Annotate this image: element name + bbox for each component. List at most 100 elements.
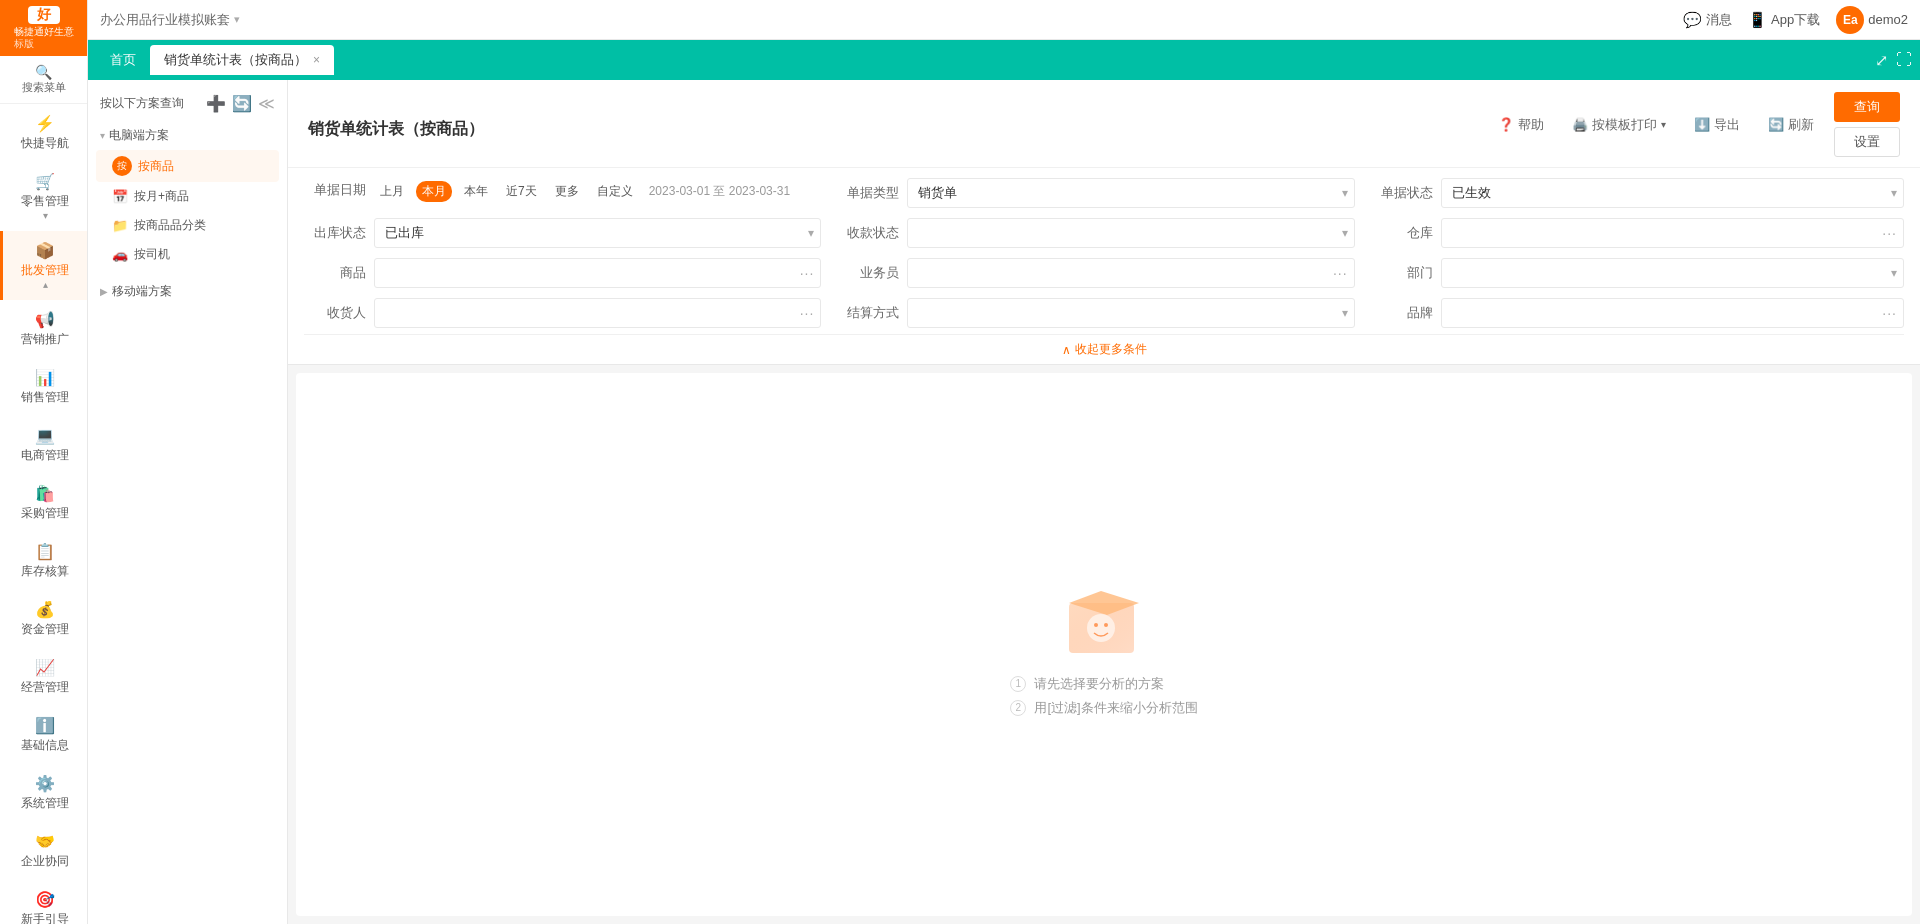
- refresh-icon: 🔄: [1768, 117, 1784, 132]
- tabbar-actions: ⤢ ⛶: [1875, 51, 1912, 70]
- doc-type-label: 单据类型: [837, 184, 907, 202]
- sidebar-item-sales[interactable]: 📊 销售管理: [0, 358, 87, 416]
- tab-minimize-button[interactable]: ⤢: [1875, 51, 1888, 70]
- pc-group-header[interactable]: ▾ 电脑端方案: [96, 121, 279, 150]
- refresh-button[interactable]: 🔄 刷新: [1760, 112, 1822, 138]
- help-button[interactable]: ❓ 帮助: [1490, 112, 1552, 138]
- calendar-icon: 📅: [112, 189, 128, 204]
- receiver-dots-icon: ···: [800, 305, 815, 321]
- sidebar-item-enterprise[interactable]: 🤝 企业协同: [0, 822, 87, 880]
- out-status-input[interactable]: 已出库 ▾: [374, 218, 821, 248]
- date-shortcuts-row: 上月 本月 本年 近7天 更多 自定义 2023-03-01 至 2023-03…: [374, 181, 821, 202]
- date-range-display: 2023-03-01 至 2023-03-31: [649, 183, 790, 200]
- mobile-group-header[interactable]: ▶ 移动端方案: [96, 277, 279, 306]
- filter-row-2: 出库状态 已出库 ▾ 收款状态 ▾ 仓库: [304, 218, 1904, 248]
- warehouse-dots-icon: ···: [1882, 225, 1897, 241]
- quick-icon: ⚡: [35, 114, 55, 133]
- receiver-input[interactable]: ···: [374, 298, 821, 328]
- right-content: 销货单统计表（按商品） ❓ 帮助 🖨️ 按模板打印 ▾ ⬇️ 导出: [288, 80, 1920, 924]
- refresh-scheme-button[interactable]: 🔄: [232, 94, 252, 113]
- salesperson-dots-icon: ···: [1333, 265, 1348, 281]
- guide-icon: 🎯: [35, 890, 55, 909]
- app-download-button[interactable]: 📱 App下载: [1748, 11, 1820, 29]
- scheme-by-goods[interactable]: 按 按商品: [96, 150, 279, 182]
- tab-sales-stats[interactable]: 销货单统计表（按商品） ×: [150, 45, 334, 75]
- brand-dots-icon: ···: [1882, 305, 1897, 321]
- add-scheme-button[interactable]: ➕: [206, 94, 226, 113]
- collapse-filters-button[interactable]: ∧ 收起更多条件: [304, 334, 1904, 364]
- ecom-icon: 💻: [35, 426, 55, 445]
- payment-label: 结算方式: [837, 304, 907, 322]
- sidebar-item-system[interactable]: ⚙️ 系统管理: [0, 764, 87, 822]
- print-button[interactable]: 🖨️ 按模板打印 ▾: [1564, 112, 1674, 138]
- download-icon: 📱: [1748, 11, 1767, 29]
- sidebar-item-ecom[interactable]: 💻 电商管理: [0, 416, 87, 474]
- payment-dropdown-icon: ▾: [1342, 306, 1348, 320]
- settings-button[interactable]: 设置: [1834, 127, 1900, 157]
- goods-input[interactable]: ···: [374, 258, 821, 288]
- sidebar: 好 畅捷通好生意 标版 🔍 搜索菜单 ⚡ 快捷导航 🛒 零售管理 ▾ 📦 批发管…: [0, 0, 88, 924]
- filter-row-1: 单据日期 上月 本月 本年 近7天 更多 自定义 2023-03-01 至 20…: [304, 178, 1904, 208]
- tab-home[interactable]: 首页: [96, 45, 150, 75]
- export-button[interactable]: ⬇️ 导出: [1686, 112, 1748, 138]
- sidebar-item-operations[interactable]: 📈 经营管理: [0, 648, 87, 706]
- help-icon: ❓: [1498, 117, 1514, 132]
- shortcut-this-month[interactable]: 本月: [416, 181, 452, 202]
- tabbar: 首页 销货单统计表（按商品） × ⤢ ⛶: [88, 40, 1920, 80]
- sidebar-item-inventory[interactable]: 📋 库存核算: [0, 532, 87, 590]
- tab-close-icon[interactable]: ×: [313, 54, 320, 66]
- operations-icon: 📈: [35, 658, 55, 677]
- collapse-panel-button[interactable]: ≪: [258, 94, 275, 113]
- shortcut-last-month[interactable]: 上月: [374, 181, 410, 202]
- shortcut-custom[interactable]: 自定义: [591, 181, 639, 202]
- tab-maximize-button[interactable]: ⛶: [1896, 51, 1912, 70]
- payment-input[interactable]: ▾: [907, 298, 1354, 328]
- warehouse-input[interactable]: ···: [1441, 218, 1904, 248]
- salesperson-input[interactable]: ···: [907, 258, 1354, 288]
- pc-scheme-group: ▾ 电脑端方案 按 按商品 📅 按月+商品 📁 按商品品分类 🚗 按司: [88, 121, 287, 269]
- search-menu-item[interactable]: 🔍 搜索菜单: [0, 56, 87, 104]
- doc-type-input[interactable]: 销货单 ▾: [907, 178, 1354, 208]
- driver-icon: 🚗: [112, 247, 128, 262]
- department-section: 部门 ▾: [1371, 258, 1904, 288]
- sidebar-item-wholesale[interactable]: 📦 批发管理 ▴: [0, 231, 87, 300]
- page-header: 销货单统计表（按商品） ❓ 帮助 🖨️ 按模板打印 ▾ ⬇️ 导出: [288, 80, 1920, 168]
- shortcut-more[interactable]: 更多: [549, 181, 585, 202]
- group-expand-icon: ▾: [100, 130, 105, 141]
- receipt-status-section: 收款状态 ▾: [837, 218, 1370, 248]
- sidebar-item-marketing[interactable]: 📢 营销推广: [0, 300, 87, 358]
- account-selector[interactable]: 办公用品行业模拟账套 ▾: [100, 11, 240, 29]
- system-icon: ⚙️: [35, 774, 55, 793]
- receipt-status-input[interactable]: ▾: [907, 218, 1354, 248]
- collapse-icon: ∧: [1062, 343, 1071, 357]
- doc-status-section: 单据状态 已生效 ▾: [1371, 178, 1904, 208]
- scheme-by-driver[interactable]: 🚗 按司机: [96, 240, 279, 269]
- user-profile[interactable]: Ea demo2: [1836, 6, 1908, 34]
- sidebar-item-finance[interactable]: 💰 资金管理: [0, 590, 87, 648]
- message-button[interactable]: 💬 消息: [1683, 11, 1732, 29]
- scheme-by-month-goods[interactable]: 📅 按月+商品: [96, 182, 279, 211]
- sidebar-item-guide[interactable]: 🎯 新手引导: [0, 880, 87, 924]
- user-avatar: Ea: [1836, 6, 1864, 34]
- export-icon: ⬇️: [1694, 117, 1710, 132]
- query-button[interactable]: 查询: [1834, 92, 1900, 122]
- shortcut-7days[interactable]: 近7天: [500, 181, 543, 202]
- brand-input[interactable]: ···: [1441, 298, 1904, 328]
- empty-state: 1 请先选择要分析的方案 2 用[过滤]条件来缩小分析范围: [1010, 573, 1197, 717]
- scheme-by-category[interactable]: 📁 按商品品分类: [96, 211, 279, 240]
- doc-status-input[interactable]: 已生效 ▾: [1441, 178, 1904, 208]
- sidebar-item-purchase[interactable]: 🛍️ 采购管理: [0, 474, 87, 532]
- brand-section: 品牌 ···: [1371, 298, 1904, 328]
- sidebar-item-retail[interactable]: 🛒 零售管理 ▾: [0, 162, 87, 231]
- receiver-section: 收货人 ···: [304, 298, 837, 328]
- sidebar-item-basic[interactable]: ℹ️ 基础信息: [0, 706, 87, 764]
- department-input[interactable]: ▾: [1441, 258, 1904, 288]
- shortcut-this-year[interactable]: 本年: [458, 181, 494, 202]
- sidebar-item-quick[interactable]: ⚡ 快捷导航: [0, 104, 87, 162]
- page-area: 按以下方案查询 ➕ 🔄 ≪ ▾ 电脑端方案 按 按商品 📅 按: [88, 80, 1920, 924]
- date-filter-section: 单据日期 上月 本月 本年 近7天 更多 自定义 2023-03-01 至 20…: [304, 181, 837, 205]
- mobile-scheme-group: ▶ 移动端方案: [88, 277, 287, 306]
- brand-label: 品牌: [1371, 304, 1441, 322]
- main-content: 办公用品行业模拟账套 ▾ 💬 消息 📱 App下载 Ea demo2 首页 销货…: [88, 0, 1920, 924]
- salesperson-label: 业务员: [837, 264, 907, 282]
